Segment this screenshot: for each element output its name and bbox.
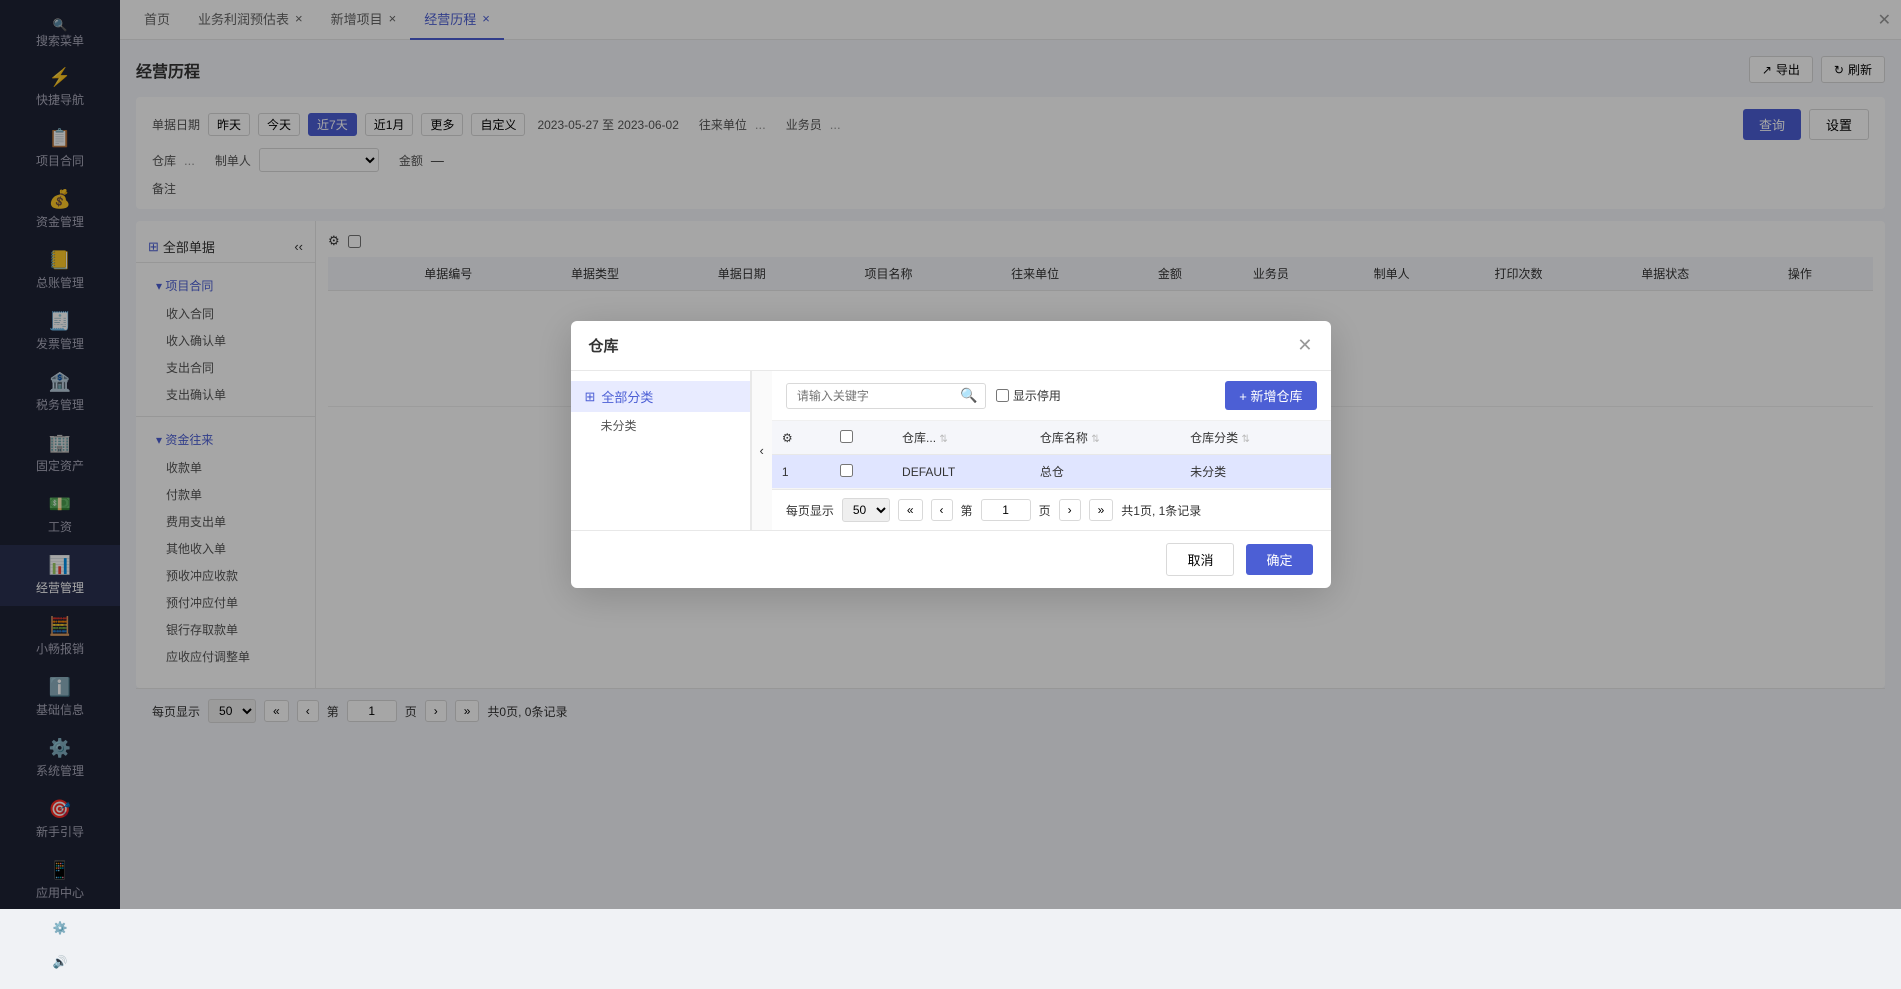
modal-footer: 取消 确定 (571, 530, 1331, 588)
modal-toolbar: 🔍 显示停用 + 新增仓库 (772, 371, 1331, 421)
tree-uncategorized[interactable]: 未分类 (571, 412, 750, 439)
show-disabled-label: 显示停用 (1013, 387, 1061, 404)
row-checkbox[interactable] (840, 464, 853, 477)
modal-table: ⚙ 仓库... ⇅ 仓库名称 ⇅ (772, 421, 1331, 489)
modal-page-input[interactable] (981, 499, 1031, 521)
row-name: 总仓 (1030, 455, 1180, 489)
modal-col-name[interactable]: 仓库名称 ⇅ (1030, 421, 1180, 455)
modal-close-btn[interactable]: ✕ (1297, 335, 1312, 356)
add-warehouse-btn[interactable]: + 新增仓库 (1225, 381, 1316, 410)
modal-last-btn[interactable]: » (1089, 499, 1114, 521)
modal-col-check (830, 421, 892, 455)
show-disabled-checkbox[interactable] (996, 389, 1009, 402)
modal-body: ⊞ 全部分类 未分类 ‹ 🔍 (571, 371, 1331, 530)
warehouse-modal: 仓库 ✕ ⊞ 全部分类 未分类 ‹ (571, 321, 1331, 588)
modal-page-prefix: 第 (961, 502, 973, 519)
modal-cancel-btn[interactable]: 取消 (1166, 543, 1234, 576)
modal-next-btn[interactable]: › (1059, 499, 1081, 521)
modal-search-btn[interactable]: 🔍 (960, 387, 977, 404)
modal-page-label: 页 (1039, 502, 1051, 519)
sidebar-bottom: ⚙️ 🔊 (0, 911, 120, 989)
modal-title: 仓库 (589, 335, 619, 356)
modal-total: 共1页, 1条记录 (1121, 502, 1201, 519)
row-code: DEFAULT (892, 455, 1030, 489)
collapse-icon: ‹ (760, 443, 764, 458)
tree-all-label: 全部分类 (601, 387, 653, 406)
row-category: 未分类 (1180, 455, 1330, 489)
show-disabled-wrap: 显示停用 (996, 387, 1061, 404)
modal-header: 仓库 ✕ (571, 321, 1331, 371)
modal-first-btn[interactable]: « (898, 499, 923, 521)
modal-col-category[interactable]: 仓库分类 ⇅ (1180, 421, 1330, 455)
modal-per-page-label: 每页显示 (786, 502, 834, 519)
modal-tree: ⊞ 全部分类 未分类 (571, 371, 751, 530)
settings-icon: ⚙️ (53, 921, 68, 935)
row-settings: 1 (772, 455, 830, 489)
modal-confirm-btn[interactable]: 确定 (1246, 544, 1312, 575)
modal-right: 🔍 显示停用 + 新增仓库 ⚙ (772, 371, 1331, 530)
row-check (830, 455, 892, 489)
modal-col-settings: ⚙ (772, 421, 830, 455)
sidebar-volume[interactable]: 🔊 (0, 945, 120, 979)
modal-pagination: 每页显示 50 « ‹ 第 页 › » 共1页, 1条记录 (772, 489, 1331, 530)
tree-collapse-btn[interactable]: ‹ (751, 371, 772, 530)
modal-prev-btn[interactable]: ‹ (931, 499, 953, 521)
modal-overlay: 仓库 ✕ ⊞ 全部分类 未分类 ‹ (0, 0, 1901, 909)
modal-table-row[interactable]: 1 DEFAULT 总仓 未分类 (772, 455, 1331, 489)
modal-per-page-select[interactable]: 50 (842, 498, 890, 522)
modal-search-input[interactable] (786, 383, 986, 409)
tree-uncategorized-label: 未分类 (601, 419, 637, 433)
modal-col-code[interactable]: 仓库... ⇅ (892, 421, 1030, 455)
volume-icon: 🔊 (53, 955, 68, 969)
settings-icon[interactable]: ⚙ (782, 431, 793, 445)
grid-icon: ⊞ (585, 389, 596, 405)
modal-search-wrap: 🔍 (786, 383, 986, 409)
tree-all-category[interactable]: ⊞ 全部分类 (571, 381, 750, 412)
sidebar-settings[interactable]: ⚙️ (0, 911, 120, 945)
modal-select-all[interactable] (840, 430, 853, 443)
